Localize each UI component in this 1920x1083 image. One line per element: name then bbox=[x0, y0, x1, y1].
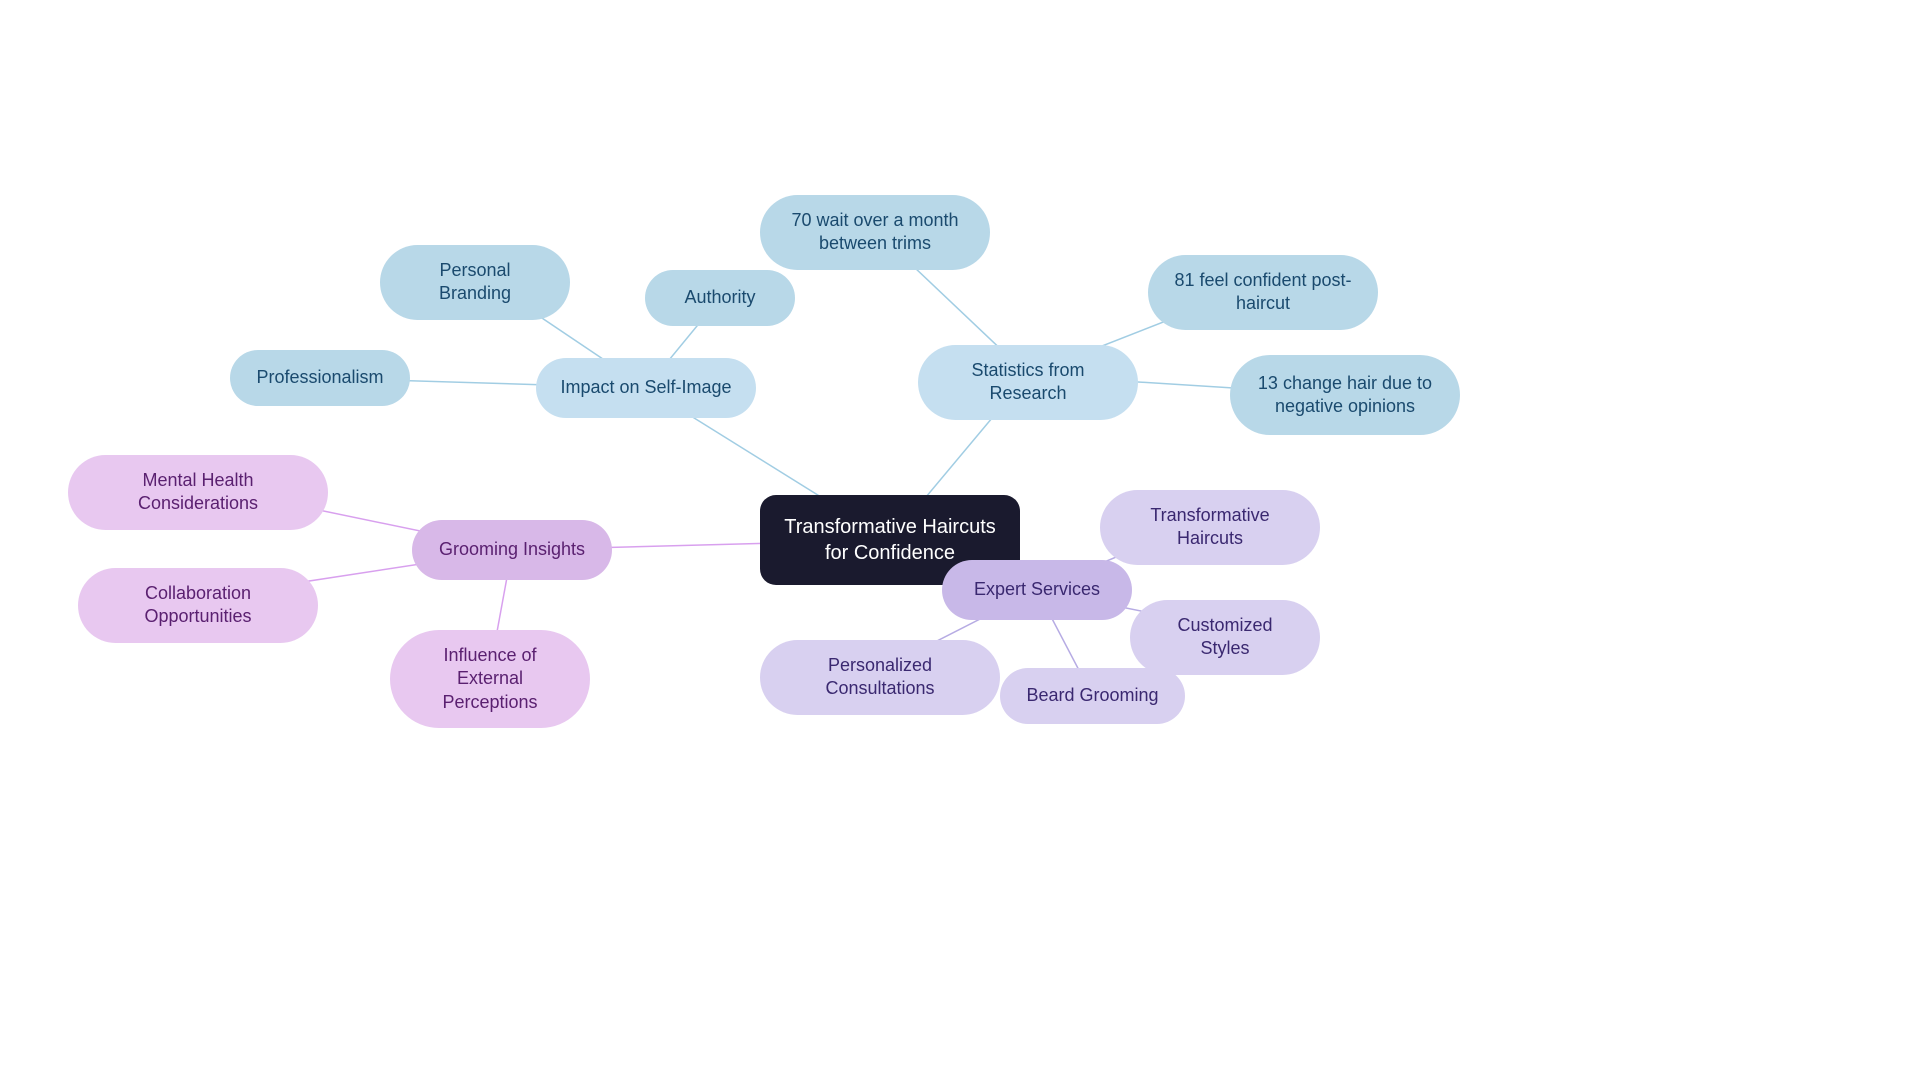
node-change-hair: 13 change hair due to negative opinions bbox=[1230, 355, 1460, 435]
node-mental-health: Mental Health Considerations bbox=[68, 455, 328, 530]
node-beard-grooming: Beard Grooming bbox=[1000, 668, 1185, 724]
node-personal-branding: Personal Branding bbox=[380, 245, 570, 320]
mindmap-container: Transformative Haircuts for ConfidenceIm… bbox=[0, 0, 1920, 1083]
node-feel-confident: 81 feel confident post-haircut bbox=[1148, 255, 1378, 330]
node-customized-styles: Customized Styles bbox=[1130, 600, 1320, 675]
node-impact-self-image: Impact on Self-Image bbox=[536, 358, 756, 418]
node-authority: Authority bbox=[645, 270, 795, 326]
node-influence-perceptions: Influence of External Perceptions bbox=[390, 630, 590, 728]
node-personalized-consultations: Personalized Consultations bbox=[760, 640, 1000, 715]
node-transformative-haircuts: Transformative Haircuts bbox=[1100, 490, 1320, 565]
node-wait-month: 70 wait over a month between trims bbox=[760, 195, 990, 270]
node-grooming-insights: Grooming Insights bbox=[412, 520, 612, 580]
node-professionalism: Professionalism bbox=[230, 350, 410, 406]
node-expert-services: Expert Services bbox=[942, 560, 1132, 620]
node-statistics-research: Statistics from Research bbox=[918, 345, 1138, 420]
node-collaboration: Collaboration Opportunities bbox=[78, 568, 318, 643]
